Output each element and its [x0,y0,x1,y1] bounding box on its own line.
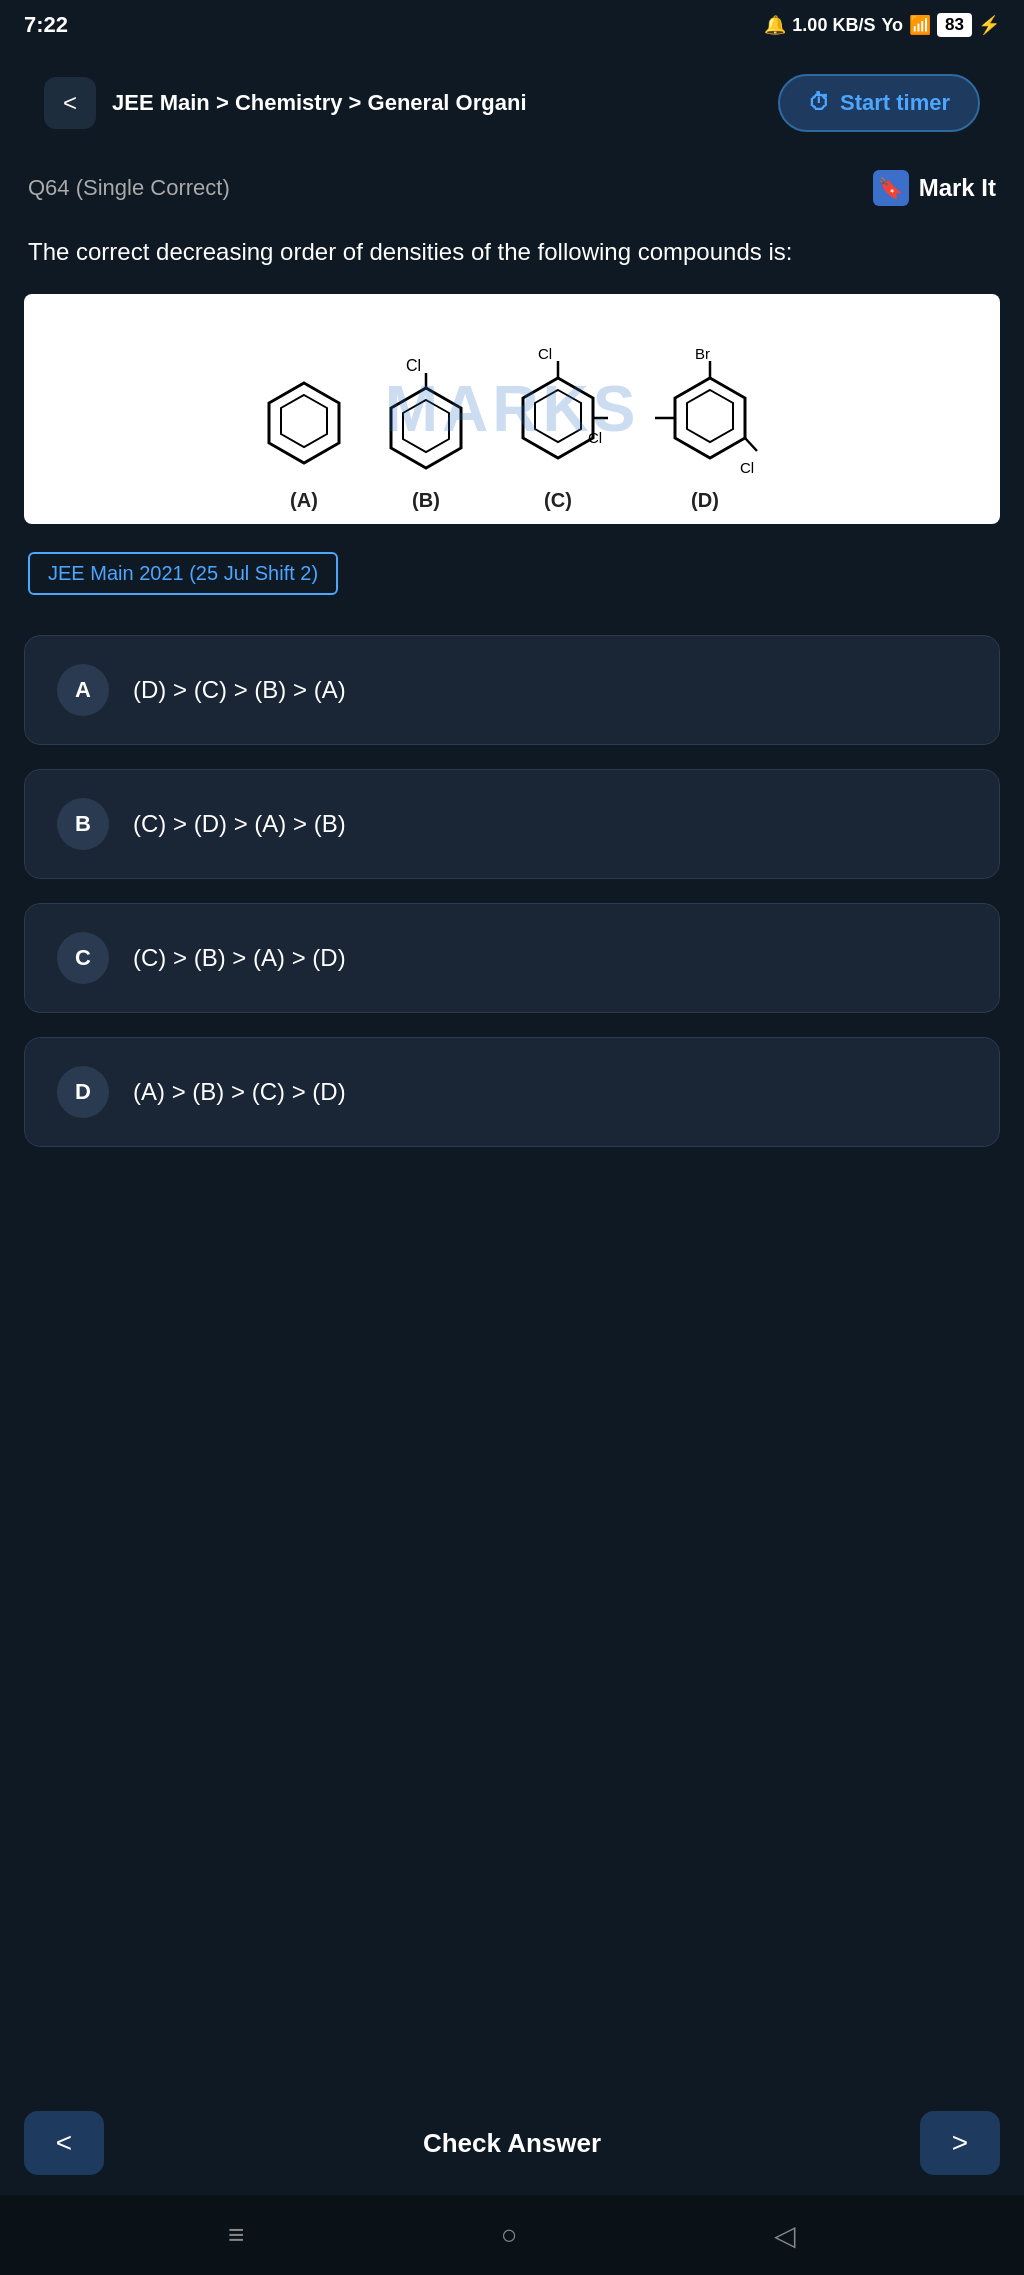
breadcrumb: JEE Main > Chemistry > General Organi [112,90,527,116]
exam-tag: JEE Main 2021 (25 Jul Shift 2) [28,552,338,595]
bookmark-icon: 🔖 [873,170,909,206]
option-b[interactable]: B (C) > (D) > (A) > (B) [24,769,1000,879]
timer-icon: ⏱ [808,90,830,116]
back-button[interactable]: < [44,77,96,129]
svg-text:Cl: Cl [740,459,754,476]
option-d[interactable]: D (A) > (B) > (C) > (D) [24,1037,1000,1147]
question-text: The correct decreasing order of densitie… [0,216,1024,286]
option-c-text: (C) > (B) > (A) > (D) [133,944,346,972]
bell-icon: 🔔 [764,14,786,36]
tag-container: JEE Main 2021 (25 Jul Shift 2) [0,532,1024,615]
prev-button[interactable]: < [24,2111,104,2175]
options-container: A (D) > (C) > (B) > (A) B (C) > (D) > (A… [0,615,1024,1167]
system-nav: ≡ ○ ◁ [0,2195,1024,2275]
svg-marker-15 [687,390,733,442]
compound-d-label: (D) [691,489,719,512]
option-c[interactable]: C (C) > (B) > (A) > (D) [24,903,1000,1013]
option-b-text: (C) > (D) > (A) > (B) [133,810,346,838]
time: 7:22 [24,12,68,38]
question-meta: Q64 (Single Correct) 🔖 Mark It [0,160,1024,216]
svg-text:Br: Br [695,345,710,362]
home-icon[interactable]: ○ [501,2219,518,2251]
charging-icon: ⚡ [978,14,1000,36]
option-d-text: (A) > (B) > (C) > (D) [133,1078,346,1106]
back-icon[interactable]: ◁ [774,2219,796,2252]
question-label: Q64 (Single Correct) [28,175,230,201]
compound-a: (A) [259,373,349,512]
menu-icon[interactable]: ≡ [228,2219,244,2251]
compound-image: MARKS (A) Cl (B) Cl Cl (C) [24,294,1000,524]
mark-it-button[interactable]: 🔖 Mark It [873,170,996,206]
network-speed: 1.00 KB/S [792,15,875,36]
next-button[interactable]: > [920,2111,1000,2175]
compound-c-label: (C) [544,489,572,512]
start-timer-button[interactable]: ⏱ Start timer [778,74,980,132]
mark-it-label: Mark It [919,174,996,202]
compound-b: Cl (B) [381,353,471,512]
start-timer-label: Start timer [840,90,950,116]
compound-a-label: (A) [290,489,318,512]
next-icon: > [952,2127,968,2159]
bottom-bar: < Check Answer > [0,2091,1024,2195]
status-right: 🔔 1.00 KB/S Yo 📶 83 ⚡ [764,13,1000,37]
compound-c: Cl Cl (C) [503,343,613,512]
status-bar: 7:22 🔔 1.00 KB/S Yo 📶 83 ⚡ [0,0,1024,46]
compound-d: Br Cl (D) [645,343,765,512]
compound-b-label: (B) [412,489,440,512]
network-type: Yo [881,15,903,36]
option-a-circle: A [57,664,109,716]
signal-icon: 📶 [909,14,931,36]
svg-text:Cl: Cl [538,345,552,362]
option-b-circle: B [57,798,109,850]
check-answer-button[interactable]: Check Answer [104,2128,920,2159]
svg-marker-9 [535,390,581,442]
svg-marker-1 [281,395,327,447]
svg-text:Cl: Cl [588,429,602,446]
option-a[interactable]: A (D) > (C) > (B) > (A) [24,635,1000,745]
svg-text:Cl: Cl [406,357,421,374]
prev-icon: < [56,2127,72,2159]
nav-left: < JEE Main > Chemistry > General Organi [44,77,527,129]
option-d-circle: D [57,1066,109,1118]
battery-indicator: 83 [937,13,972,37]
option-a-text: (D) > (C) > (B) > (A) [133,676,346,704]
nav-header: < JEE Main > Chemistry > General Organi … [20,56,1004,150]
option-c-circle: C [57,932,109,984]
svg-marker-5 [403,400,449,452]
svg-line-16 [745,438,757,451]
